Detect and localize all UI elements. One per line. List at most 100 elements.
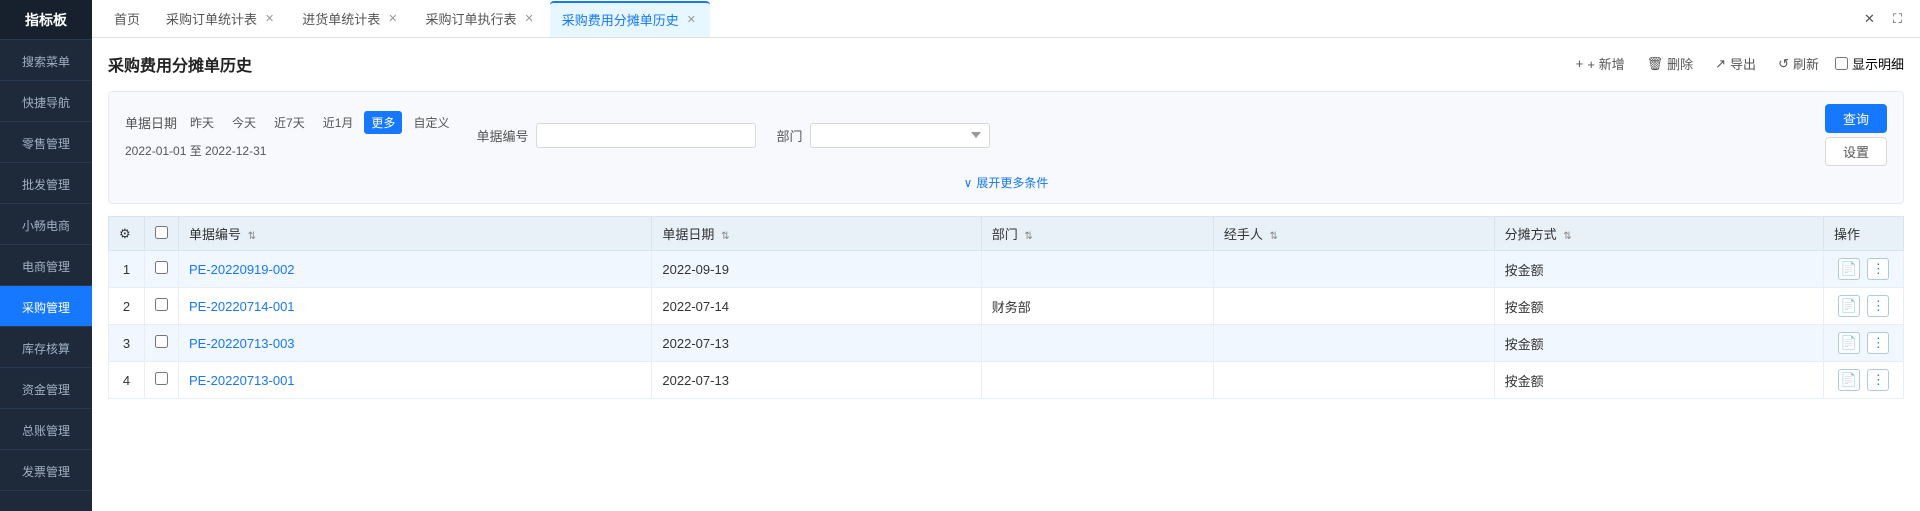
docno-label: 单据编号 <box>476 126 528 145</box>
export-icon: ↗ <box>1715 56 1726 72</box>
tab-home[interactable]: 首页 <box>102 1 152 37</box>
row-handler-1 <box>1213 251 1494 288</box>
sort-dept-icon: ⇅ <box>1024 231 1032 242</box>
sidebar: 指标板 搜索菜单 快捷导航 零售管理 批发管理 小畅电商 电商管理 采购管理 库… <box>0 0 92 511</box>
date-btn-yesterday[interactable]: 昨天 <box>183 111 221 134</box>
th-docdate[interactable]: 单据日期 ⇅ <box>652 217 981 251</box>
sidebar-item-inventory[interactable]: 库存核算 <box>0 327 92 368</box>
row-docno-1: PE-20220919-002 <box>179 251 652 288</box>
row-docdate-3: 2022-07-13 <box>652 325 981 362</box>
date-btn-1month[interactable]: 近1月 <box>316 111 361 134</box>
docno-input[interactable] <box>536 123 756 148</box>
delete-button[interactable]: 🗑 删除 <box>1641 50 1700 77</box>
show-columns-checkbox[interactable] <box>1835 57 1848 70</box>
add-icon: + <box>1576 56 1584 71</box>
search-area: 单据日期 昨天 今天 近7天 近1月 更多 自定义 2022-01-01 至 2… <box>108 91 1904 204</box>
sidebar-item-finance[interactable]: 资金管理 <box>0 368 92 409</box>
tab-purchase-stat[interactable]: 采购订单统计表 ✕ <box>154 1 288 37</box>
row-num-3: 3 <box>109 325 145 362</box>
row-checkbox-2 <box>145 288 179 325</box>
docno-link-4[interactable]: PE-20220713-001 <box>189 373 295 388</box>
row-num-2: 2 <box>109 288 145 325</box>
export-button[interactable]: ↗ 导出 <box>1709 50 1762 77</box>
sidebar-item-purchase[interactable]: 采购管理 <box>0 286 92 327</box>
search-field-docno: 单据编号 <box>476 123 756 148</box>
th-splitmethod[interactable]: 分摊方式 ⇅ <box>1494 217 1823 251</box>
row-check-3[interactable] <box>155 335 168 348</box>
sort-docno-icon: ⇅ <box>248 231 256 242</box>
more-btn-4[interactable]: ⋮ <box>1867 369 1889 391</box>
date-btn-today[interactable]: 今天 <box>225 111 263 134</box>
dept-select[interactable]: 财务部 <box>810 123 990 148</box>
tab-purchase-exec[interactable]: 采购订单执行表 ✕ <box>413 1 547 37</box>
sidebar-item-wholesale[interactable]: 批发管理 <box>0 163 92 204</box>
tab-close-purchase-exec[interactable]: ✕ <box>523 11 536 26</box>
row-splitmethod-1: 按金额 <box>1494 251 1823 288</box>
search-row: 单据日期 昨天 今天 近7天 近1月 更多 自定义 2022-01-01 至 2… <box>125 104 1887 166</box>
search-field-dept: 部门 财务部 <box>776 123 990 148</box>
sidebar-item-quick[interactable]: 快捷导航 <box>0 81 92 122</box>
tab-close-purchase-stat[interactable]: ✕ <box>263 11 276 26</box>
sidebar-item-ecommerce[interactable]: 电商管理 <box>0 245 92 286</box>
row-check-1[interactable] <box>155 261 168 274</box>
table-row: 1 PE-20220919-002 2022-09-19 按金额 📄 ⋮ <box>109 251 1904 288</box>
th-settings[interactable]: ⚙ <box>109 217 145 251</box>
search-field-date: 单据日期 昨天 今天 近7天 近1月 更多 自定义 2022-01-01 至 2… <box>125 111 456 159</box>
show-columns-checkbox-label[interactable]: 显示明细 <box>1835 54 1904 73</box>
select-all-checkbox[interactable] <box>155 226 168 239</box>
date-btn-custom[interactable]: 自定义 <box>406 111 456 134</box>
page-area: 采购费用分摊单历史 + + 新增 🗑 删除 ↗ 导出 ↺ 刷新 <box>92 38 1920 511</box>
date-btn-7days[interactable]: 近7天 <box>267 111 312 134</box>
row-check-2[interactable] <box>155 298 168 311</box>
row-docdate-2: 2022-07-14 <box>652 288 981 325</box>
tab-close-all-btn[interactable]: ✕ <box>1856 7 1883 31</box>
sidebar-logo: 指标板 <box>0 0 92 40</box>
view-btn-4[interactable]: 📄 <box>1838 369 1860 391</box>
th-handler[interactable]: 经手人 ⇅ <box>1213 217 1494 251</box>
view-btn-2[interactable]: 📄 <box>1838 295 1860 317</box>
row-docdate-4: 2022-07-13 <box>652 362 981 399</box>
row-check-4[interactable] <box>155 372 168 385</box>
more-btn-1[interactable]: ⋮ <box>1867 258 1889 280</box>
tab-close-goods-stat[interactable]: ✕ <box>386 11 399 26</box>
expand-more-btn[interactable]: ∨ 展开更多条件 <box>125 174 1887 191</box>
row-dept-1 <box>981 251 1213 288</box>
docno-link-1[interactable]: PE-20220919-002 <box>189 262 295 277</box>
date-btn-more[interactable]: 更多 <box>364 111 402 134</box>
tab-expand-btn[interactable]: ⛶ <box>1885 7 1910 31</box>
tab-close-cost-split[interactable]: ✕ <box>685 12 698 27</box>
search-button[interactable]: 查询 <box>1825 104 1887 133</box>
refresh-button[interactable]: ↺ 刷新 <box>1772 50 1825 77</box>
row-handler-4 <box>1213 362 1494 399</box>
main-content: 首页 采购订单统计表 ✕ 进货单统计表 ✕ 采购订单执行表 ✕ 采购费用分摊单历… <box>92 0 1920 511</box>
th-docno[interactable]: 单据编号 ⇅ <box>179 217 652 251</box>
sidebar-item-retail[interactable]: 零售管理 <box>0 122 92 163</box>
docno-link-3[interactable]: PE-20220713-003 <box>189 336 295 351</box>
row-actions-4: 📄 ⋮ <box>1824 362 1904 399</box>
table-row: 3 PE-20220713-003 2022-07-13 按金额 📄 ⋮ <box>109 325 1904 362</box>
tab-cost-split[interactable]: 采购费用分摊单历史 ✕ <box>550 1 710 37</box>
th-dept[interactable]: 部门 ⇅ <box>981 217 1213 251</box>
row-checkbox-3 <box>145 325 179 362</box>
th-check <box>145 217 179 251</box>
sidebar-item-ledger[interactable]: 总账管理 <box>0 409 92 450</box>
delete-icon: 🗑 <box>1647 56 1664 72</box>
sidebar-item-invoice[interactable]: 发票管理 <box>0 450 92 491</box>
docno-link-2[interactable]: PE-20220714-001 <box>189 299 295 314</box>
add-button[interactable]: + + 新增 <box>1570 50 1631 77</box>
sidebar-item-mini[interactable]: 小畅电商 <box>0 204 92 245</box>
row-splitmethod-3: 按金额 <box>1494 325 1823 362</box>
page-title: 采购费用分摊单历史 <box>108 52 252 76</box>
view-btn-1[interactable]: 📄 <box>1838 258 1860 280</box>
view-btn-3[interactable]: 📄 <box>1838 332 1860 354</box>
th-action: 操作 <box>1824 217 1904 251</box>
more-btn-3[interactable]: ⋮ <box>1867 332 1889 354</box>
row-num-1: 1 <box>109 251 145 288</box>
settings-button[interactable]: 设置 <box>1825 137 1887 166</box>
more-btn-2[interactable]: ⋮ <box>1867 295 1889 317</box>
row-docno-2: PE-20220714-001 <box>179 288 652 325</box>
sidebar-item-search[interactable]: 搜索菜单 <box>0 40 92 81</box>
row-docno-3: PE-20220713-003 <box>179 325 652 362</box>
tab-goods-stat[interactable]: 进货单统计表 ✕ <box>290 1 411 37</box>
row-actions-2: 📄 ⋮ <box>1824 288 1904 325</box>
